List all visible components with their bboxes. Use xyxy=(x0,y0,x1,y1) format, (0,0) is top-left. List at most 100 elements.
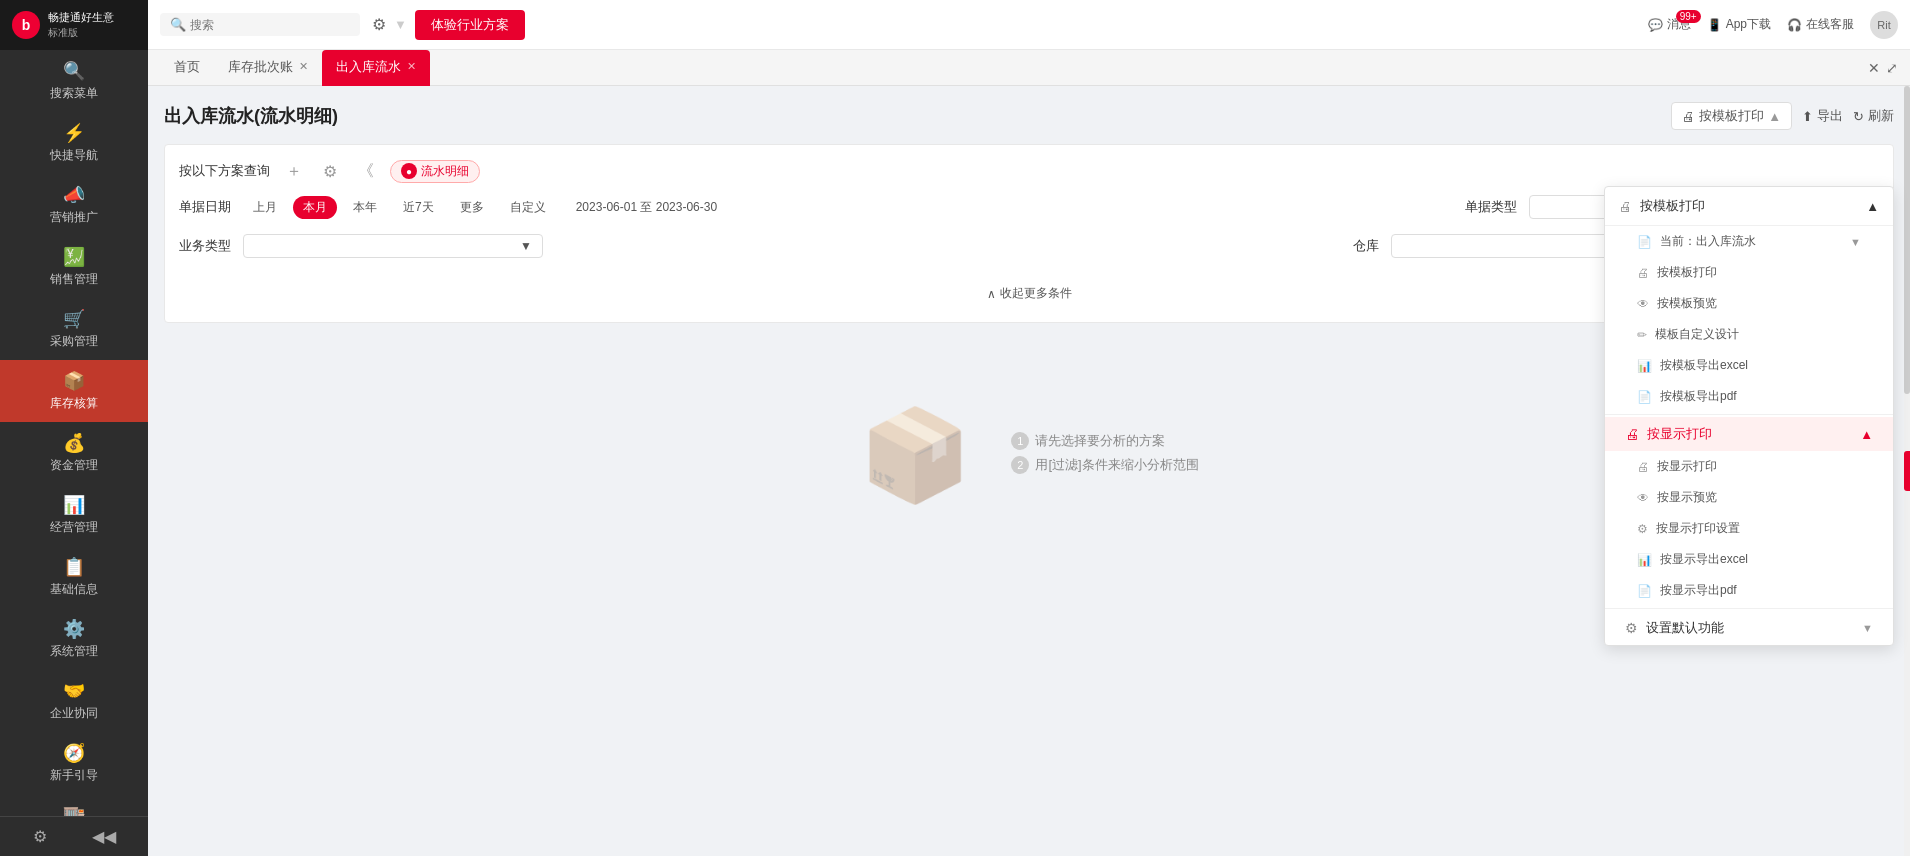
dp-template-custom-icon: ✏ xyxy=(1637,328,1647,342)
filter-add-btn[interactable]: ＋ xyxy=(282,159,306,183)
headset-icon: 🎧 xyxy=(1787,18,1802,32)
pill-custom[interactable]: 自定义 xyxy=(500,196,556,219)
export-btn[interactable]: ⬆ 导出 xyxy=(1802,107,1843,125)
sidebar-settings-btn[interactable]: ⚙ xyxy=(33,827,47,846)
collapse-chevron-icon: ∧ xyxy=(987,287,996,301)
biz-type-select[interactable]: ▼ xyxy=(243,234,543,258)
sidebar-item-finance[interactable]: 💰 资金管理 xyxy=(0,422,148,484)
tab-home[interactable]: 首页 xyxy=(160,50,214,86)
sidebar-item-label: 搜索菜单 xyxy=(50,85,98,102)
dp-display-settings-item[interactable]: ⚙ 按显示打印设置 xyxy=(1605,513,1893,544)
online-service-btn[interactable]: 🎧 在线客服 xyxy=(1787,16,1854,33)
tab-flow[interactable]: 出入库流水 ✕ xyxy=(322,50,430,86)
filter-gear-btn[interactable]: ⚙ xyxy=(318,159,342,183)
quick-nav-icon: ⚡ xyxy=(63,122,85,144)
window-expand-btn[interactable]: ⤢ xyxy=(1886,60,1898,76)
sidebar-item-label: 快捷导航 xyxy=(50,147,98,164)
sidebar-bottom: ⚙ ◀◀ xyxy=(0,816,148,856)
page-actions: 🖨 按模板打印 ▲ ⬆ 导出 ↻ 刷新 xyxy=(1671,102,1894,130)
trial-btn[interactable]: 体验行业方案 xyxy=(415,10,525,40)
scrollbar-thumb xyxy=(1904,86,1910,394)
batch-tab-label: 库存批次账 xyxy=(228,58,293,76)
dp-template-print-item[interactable]: 🖨 按模板打印 xyxy=(1605,257,1893,288)
resize-handle[interactable] xyxy=(1904,451,1910,491)
dp-template-pdf-item[interactable]: 📄 按模板导出pdf xyxy=(1605,381,1893,412)
sidebar-item-search[interactable]: 🔍 搜索菜单 xyxy=(0,50,148,112)
dp-template-excel-label: 按模板导出excel xyxy=(1660,357,1748,374)
dp-display-print-section[interactable]: 🖨 按显示打印 ▲ xyxy=(1605,417,1893,451)
operations-icon: 📊 xyxy=(63,494,85,516)
dp-template-excel-item[interactable]: 📊 按模板导出excel xyxy=(1605,350,1893,381)
sidebar-item-appstore[interactable]: 🏬 应用中心 xyxy=(0,794,148,816)
dp-expand-icon[interactable]: ▲ xyxy=(1866,199,1879,214)
dp-display-preview-label: 按显示预览 xyxy=(1657,489,1717,506)
collapse-more-btn[interactable]: ∧ 收起更多条件 xyxy=(987,279,1072,308)
pill-more[interactable]: 更多 xyxy=(450,196,494,219)
dp-display-print-action[interactable]: 🖨 按显示打印 xyxy=(1605,451,1893,482)
pill-last-month[interactable]: 上月 xyxy=(243,196,287,219)
dp-template-print-icon: 🖨 xyxy=(1637,266,1649,280)
empty-illustration: 📦 xyxy=(859,403,971,508)
sidebar-item-inventory[interactable]: 📦 库存核算 xyxy=(0,360,148,422)
sidebar-item-label: 基础信息 xyxy=(50,581,98,598)
pill-this-year[interactable]: 本年 xyxy=(343,196,387,219)
flow-tab-label: 出入库流水 xyxy=(336,58,401,76)
dp-template-custom-item[interactable]: ✏ 模板自定义设计 xyxy=(1605,319,1893,350)
topbar-search-box[interactable]: 🔍 xyxy=(160,13,360,36)
sidebar-item-system[interactable]: ⚙️ 系统管理 xyxy=(0,608,148,670)
sidebar-item-label: 销售管理 xyxy=(50,271,98,288)
print-btn[interactable]: 🖨 按模板打印 ▲ xyxy=(1671,102,1792,130)
dp-set-default-item[interactable]: ⚙ 设置默认功能 ▼ xyxy=(1605,611,1893,645)
dp-display-excel-item[interactable]: 📊 按显示导出excel xyxy=(1605,544,1893,575)
app-download-btn[interactable]: 📱 App下载 xyxy=(1707,16,1771,33)
message-icon: 💬 xyxy=(1648,18,1663,32)
dp-display-preview-icon: 👁 xyxy=(1637,491,1649,505)
dp-template-preview-icon: 👁 xyxy=(1637,297,1649,311)
refresh-btn[interactable]: ↻ 刷新 xyxy=(1853,107,1894,125)
sidebar-item-sales[interactable]: 💹 销售管理 xyxy=(0,236,148,298)
print-icon: 🖨 xyxy=(1682,109,1695,124)
batch-tab-close[interactable]: ✕ xyxy=(299,60,308,73)
sidebar-item-collab[interactable]: 🤝 企业协同 xyxy=(0,670,148,732)
dp-display-pdf-item[interactable]: 📄 按显示导出pdf xyxy=(1605,575,1893,606)
dp-template-pdf-icon: 📄 xyxy=(1637,390,1652,404)
filter-tag-detail[interactable]: ● 流水明细 xyxy=(390,160,480,183)
user-avatar-btn[interactable]: Rit xyxy=(1870,11,1898,39)
dp-template-preview-item[interactable]: 👁 按模板预览 xyxy=(1605,288,1893,319)
dp-title: 按模板打印 xyxy=(1640,197,1705,215)
sidebar-item-purchase[interactable]: 🛒 采购管理 xyxy=(0,298,148,360)
tab-batch[interactable]: 库存批次账 ✕ xyxy=(214,50,322,86)
sidebar-item-guide[interactable]: 🧭 新手引导 xyxy=(0,732,148,794)
dp-current-item[interactable]: 📄 当前：出入库流水 ▼ xyxy=(1605,226,1893,257)
sidebar-item-label: 资金管理 xyxy=(50,457,98,474)
dp-header: 🖨 按模板打印 ▲ xyxy=(1605,187,1893,226)
window-close-btn[interactable]: ✕ xyxy=(1868,60,1880,76)
biz-type-expand-icon: ▼ xyxy=(520,239,532,253)
message-btn[interactable]: 💬 消息 99+ xyxy=(1648,16,1691,33)
pill-this-month[interactable]: 本月 xyxy=(293,196,337,219)
settings-gear-icon[interactable]: ⚙ xyxy=(372,15,386,34)
search-input[interactable] xyxy=(190,18,340,32)
basic-icon: 📋 xyxy=(63,556,85,578)
date-filter-label: 单据日期 xyxy=(179,198,231,216)
topbar-right-icons: 💬 消息 99+ 📱 App下载 🎧 在线客服 Rit xyxy=(1648,11,1898,39)
sidebar-item-marketing[interactable]: 📣 营销推广 xyxy=(0,174,148,236)
flow-tab-close[interactable]: ✕ xyxy=(407,60,416,73)
main-area: 🔍 ⚙ ▼ 体验行业方案 💬 消息 99+ 📱 App下载 🎧 在线客服 R xyxy=(148,0,1910,856)
dp-display-preview-item[interactable]: 👁 按显示预览 xyxy=(1605,482,1893,513)
sidebar: b 畅捷通好生意 标准版 🔍 搜索菜单 ⚡ 快捷导航 📣 营销推广 💹 销售管理… xyxy=(0,0,148,856)
sidebar-collapse-btn[interactable]: ◀◀ xyxy=(92,827,116,846)
dp-template-excel-icon: 📊 xyxy=(1637,359,1652,373)
dp-template-pdf-label: 按模板导出pdf xyxy=(1660,388,1737,405)
sidebar-item-operations[interactable]: 📊 经营管理 xyxy=(0,484,148,546)
dp-print-icon: 🖨 xyxy=(1619,199,1632,214)
dp-display-excel-icon: 📊 xyxy=(1637,553,1652,567)
sidebar-item-label: 采购管理 xyxy=(50,333,98,350)
filter-collapse-btn[interactable]: 《 xyxy=(354,159,378,183)
pill-7days[interactable]: 近7天 xyxy=(393,196,444,219)
dp-display-pdf-label: 按显示导出pdf xyxy=(1660,582,1737,599)
sidebar-item-quick-nav[interactable]: ⚡ 快捷导航 xyxy=(0,112,148,174)
filter-row-1: 按以下方案查询 ＋ ⚙ 《 ● 流水明细 xyxy=(179,159,1879,183)
app-name: 畅捷通好生意 xyxy=(48,10,114,24)
sidebar-item-basic[interactable]: 📋 基础信息 xyxy=(0,546,148,608)
